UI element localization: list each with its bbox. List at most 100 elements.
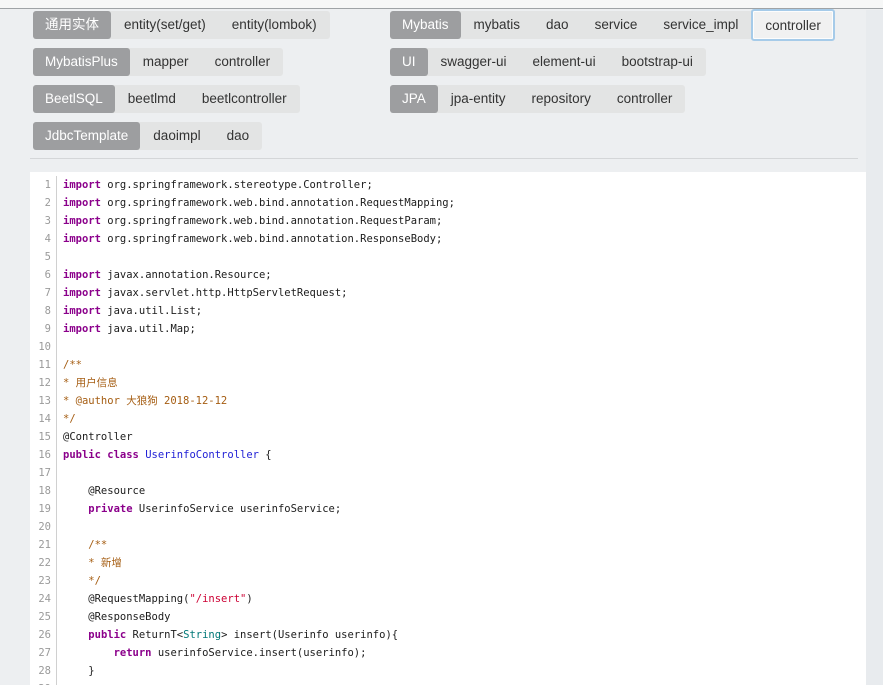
template-button-dao[interactable]: dao [214,122,263,150]
code-line-text[interactable]: /** [57,356,82,374]
code-token: @ResponseBody [63,611,170,623]
code-editor[interactable]: 1import org.springframework.stereotype.C… [30,172,866,685]
code-line-text[interactable]: * @author 大狼狗 2018-12-12 [57,392,227,410]
code-line: 27 return userinfoService.insert(userinf… [30,644,866,662]
code-token: } [63,665,95,677]
code-token: * 用户信息 [63,377,118,389]
code-line: 28 } [30,662,866,680]
code-line-text[interactable]: } [57,662,95,680]
code-line-text[interactable]: import java.util.Map; [57,320,196,338]
template-button-entity-lombok[interactable]: entity(lombok) [219,11,330,39]
line-number: 11 [30,356,57,374]
code-line-text[interactable] [57,680,63,685]
code-token: String [183,629,221,641]
code-line-text[interactable]: import org.springframework.web.bind.anno… [57,230,442,248]
group-label-ui: UI [390,48,428,76]
template-button-mybatis[interactable]: mybatis [461,11,534,39]
line-number: 14 [30,410,57,428]
code-line-text[interactable]: import javax.servlet.http.HttpServletReq… [57,284,347,302]
code-line-text[interactable]: private UserinfoService userinfoService; [57,500,341,518]
code-token: import [63,287,101,299]
line-number: 7 [30,284,57,302]
group-label-jdbctemplate: JdbcTemplate [33,122,140,150]
code-line: 29 [30,680,866,685]
code-line-text[interactable]: @Controller [57,428,133,446]
template-button-mapper[interactable]: mapper [130,48,202,76]
template-button-bootstrap-ui[interactable]: bootstrap-ui [609,48,706,76]
line-number: 8 [30,302,57,320]
line-number: 16 [30,446,57,464]
line-number: 9 [30,320,57,338]
code-line: 13* @author 大狼狗 2018-12-12 [30,392,866,410]
toolbar-group-beetlsql: BeetlSQLbeetlmdbeetlcontroller [33,85,300,113]
line-number: 29 [30,680,57,685]
template-button-beetlcontroller[interactable]: beetlcontroller [189,85,300,113]
code-line-text[interactable] [57,248,63,266]
template-button-service[interactable]: service [582,11,651,39]
code-token: java.util.Map; [101,323,196,335]
code-token: public [88,629,126,641]
code-line-text[interactable] [57,518,63,536]
code-token: java.util.List; [101,305,202,317]
code-line-text[interactable]: * 用户信息 [57,374,118,392]
code-token: @Controller [63,431,133,443]
line-number: 28 [30,662,57,680]
template-button-controller[interactable]: controller [604,85,686,113]
code-token: > insert(Userinfo userinfo){ [221,629,398,641]
line-number: 21 [30,536,57,554]
code-line-text[interactable]: @ResponseBody [57,608,170,626]
code-line-text[interactable]: */ [57,572,101,590]
code-token: import [63,179,101,191]
code-line-text[interactable]: /** [57,536,107,554]
code-line-text[interactable]: import javax.annotation.Resource; [57,266,272,284]
code-line-text[interactable]: return userinfoService.insert(userinfo); [57,644,366,662]
code-token: import [63,323,101,335]
code-line: 22 * 新增 [30,554,866,572]
code-line-text[interactable]: public class UserinfoController { [57,446,272,464]
template-button-entity-set-get[interactable]: entity(set/get) [111,11,219,39]
code-line-text[interactable] [57,338,63,356]
toolbar-group-mybatisplus: MybatisPlusmappercontroller [33,48,283,76]
code-token: */ [63,575,101,587]
code-line: 25 @ResponseBody [30,608,866,626]
template-button-dao[interactable]: dao [533,11,582,39]
code-line-text[interactable]: @Resource [57,482,145,500]
line-number: 5 [30,248,57,266]
template-button-controller[interactable]: controller [751,9,835,41]
code-token: UserinfoService userinfoService; [133,503,342,515]
code-line-text[interactable]: public ReturnT<String> insert(Userinfo u… [57,626,398,644]
code-token: private [88,503,132,515]
code-line: 11/** [30,356,866,374]
code-token: * 新增 [63,557,122,569]
template-button-swagger-ui[interactable]: swagger-ui [428,48,520,76]
template-button-daoimpl[interactable]: daoimpl [140,122,213,150]
code-line: 6import javax.annotation.Resource; [30,266,866,284]
code-token: public class [63,449,145,461]
code-token: "/insert" [189,593,246,605]
code-line-text[interactable]: import org.springframework.web.bind.anno… [57,194,455,212]
line-number: 25 [30,608,57,626]
code-line-text[interactable]: import org.springframework.stereotype.Co… [57,176,373,194]
scrollbar-track[interactable] [866,10,883,685]
code-line-text[interactable] [57,464,63,482]
template-button-repository[interactable]: repository [519,85,604,113]
template-button-jpa-entity[interactable]: jpa-entity [438,85,519,113]
code-line-text[interactable]: @RequestMapping("/insert") [57,590,253,608]
template-button-service-impl[interactable]: service_impl [650,11,751,39]
code-line: 5 [30,248,866,266]
code-line-text[interactable]: * 新增 [57,554,122,572]
toolbar-group-jpa: JPAjpa-entityrepositorycontroller [390,85,685,113]
code-line: 3import org.springframework.web.bind.ann… [30,212,866,230]
code-line-text[interactable]: */ [57,410,76,428]
code-token: import [63,233,101,245]
template-button-controller[interactable]: controller [202,48,284,76]
code-line-text[interactable]: import java.util.List; [57,302,202,320]
top-strip [0,0,883,9]
template-button-beetlmd[interactable]: beetlmd [115,85,189,113]
toolbar-group-mybatis: Mybatismybatisdaoserviceservice_implcont… [390,11,835,39]
code-line-text[interactable]: import org.springframework.web.bind.anno… [57,212,442,230]
toolbar-group-ui: UIswagger-uielement-uibootstrap-ui [390,48,706,76]
template-button-element-ui[interactable]: element-ui [520,48,609,76]
line-number: 27 [30,644,57,662]
code-line: 2import org.springframework.web.bind.ann… [30,194,866,212]
